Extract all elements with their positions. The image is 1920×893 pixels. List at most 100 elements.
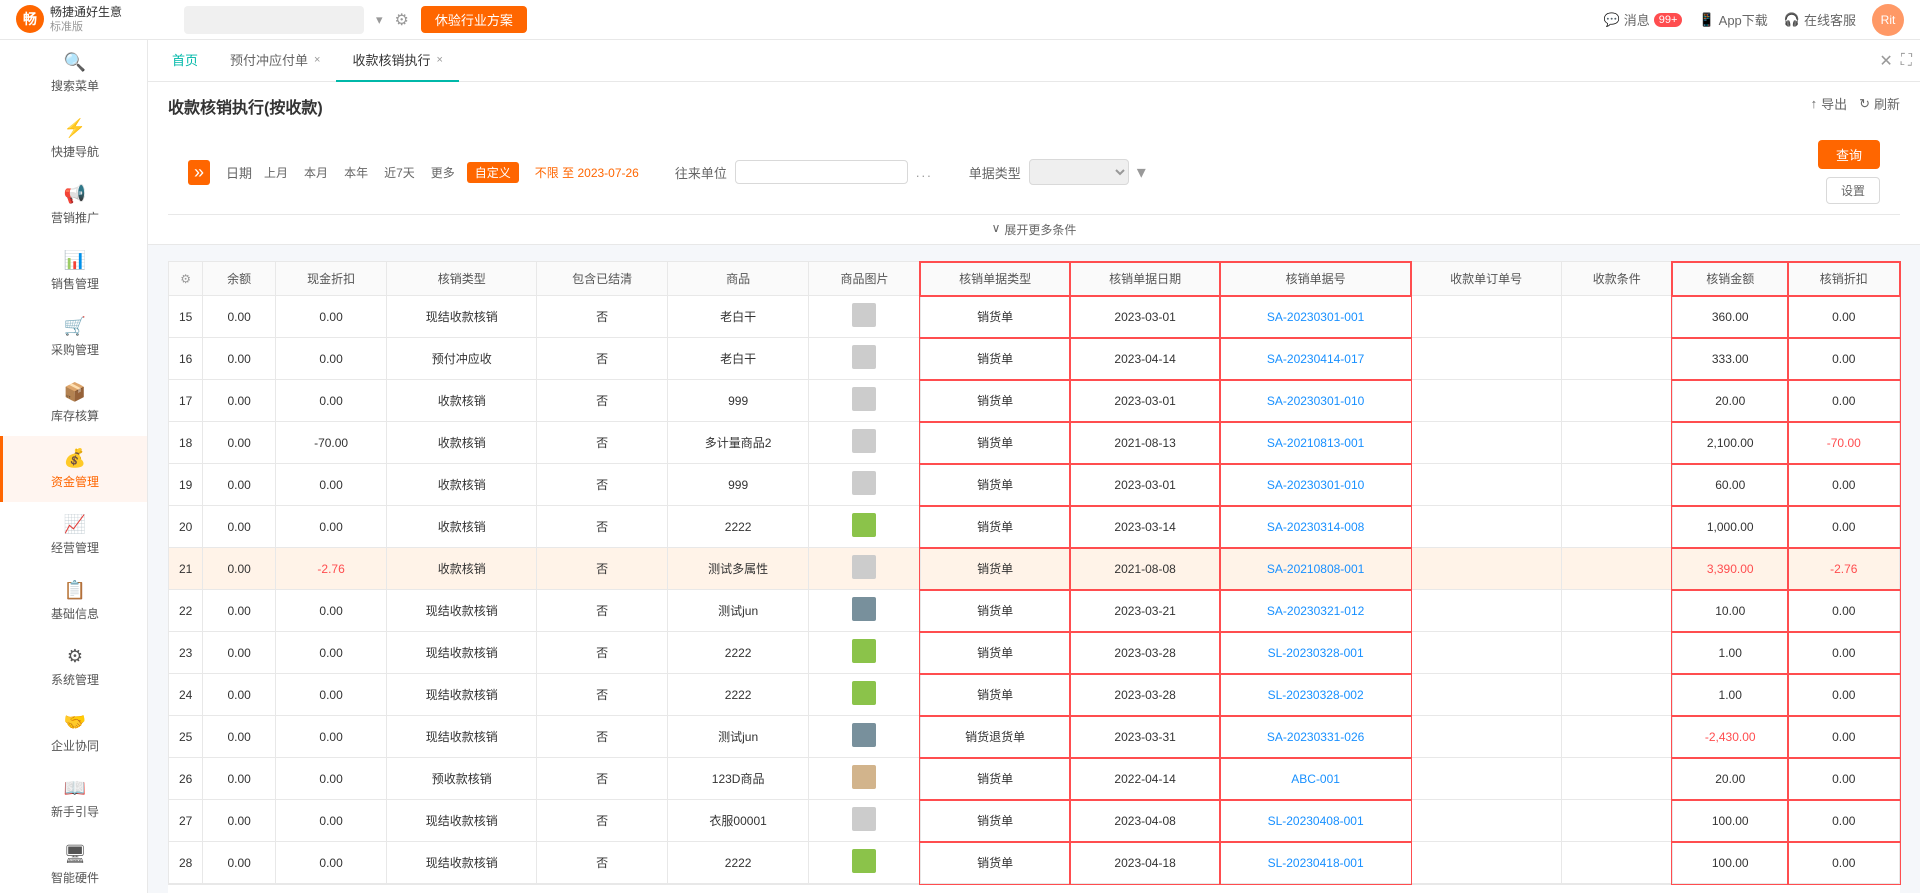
setting-button[interactable]: 设置 xyxy=(1826,177,1880,204)
tab-prepay[interactable]: 预付冲应付单 × xyxy=(214,40,336,82)
cell-goods: 2222 xyxy=(667,674,808,716)
sidebar-item-finance[interactable]: 💰 资金管理 xyxy=(0,436,147,502)
cell-doc-no[interactable]: ABC-001 xyxy=(1220,758,1411,800)
cell-type: 收款核销 xyxy=(387,380,537,422)
cell-doc-no[interactable]: SA-20230331-026 xyxy=(1220,716,1411,758)
cell-img xyxy=(809,506,920,548)
tab-prepay-close[interactable]: × xyxy=(314,54,320,66)
maximize-icon[interactable]: ⛶ xyxy=(1901,52,1912,70)
cell-type: 现结收款核销 xyxy=(387,674,537,716)
dropdown-icon[interactable]: ▾ xyxy=(376,12,383,28)
cell-doc-no[interactable]: SA-20230414-017 xyxy=(1220,338,1411,380)
sidebar-item-purchase[interactable]: 🛒 采购管理 xyxy=(0,304,147,370)
online-service-group[interactable]: 🎧 在线客服 xyxy=(1784,10,1856,29)
cell-doc-no[interactable]: SA-20210808-001 xyxy=(1220,548,1411,590)
sidebar-item-sales[interactable]: 📊 销售管理 xyxy=(0,238,147,304)
table-row: 25 0.00 0.00 现结收款核销 否 测试jun 销货退货单 2023-0… xyxy=(169,716,1900,758)
cell-type: 现结收款核销 xyxy=(387,590,537,632)
page-title: 收款核销执行(按收款) xyxy=(168,94,323,118)
cell-goods: 2222 xyxy=(667,842,808,884)
last7-btn[interactable]: 近7天 xyxy=(380,162,419,183)
filter-bar: » 日期 上月 本月 本年 近7天 更多 自定义 不限 至 2023-07-26 xyxy=(168,130,1900,215)
table-row: 24 0.00 0.00 现结收款核销 否 2222 销货单 2023-03-2… xyxy=(169,674,1900,716)
cell-balance: 0.00 xyxy=(203,422,276,464)
cell-doc-no[interactable]: SL-20230328-002 xyxy=(1220,674,1411,716)
sidebar-item-guide[interactable]: 📖 新手引导 xyxy=(0,766,147,832)
cell-doc-no[interactable]: SA-20230301-010 xyxy=(1220,464,1411,506)
sidebar-item-search[interactable]: 🔍 搜索菜单 xyxy=(0,40,147,106)
sidebar-item-inventory[interactable]: 📦 库存核算 xyxy=(0,370,147,436)
more-btn[interactable]: 更多 xyxy=(427,162,459,183)
tab-writeoff[interactable]: 收款核销执行 × xyxy=(336,40,458,82)
cell-discount: 0.00 xyxy=(275,842,386,884)
cell-no: 26 xyxy=(169,758,203,800)
cell-balance: 0.00 xyxy=(203,338,276,380)
column-settings-icon[interactable]: ⚙ xyxy=(180,272,191,286)
filter-collapse-btn[interactable]: » xyxy=(188,160,210,185)
cell-doc-date: 2023-03-01 xyxy=(1070,380,1220,422)
hardware-icon: 🖥 xyxy=(64,844,87,865)
cell-order-no xyxy=(1411,842,1561,884)
cell-doc-type: 销货单 xyxy=(920,842,1070,884)
data-table: ⚙ 余额 现金折扣 核销类型 包含已结清 商品 商品图片 核销单据类型 核销单据… xyxy=(168,261,1900,884)
cell-order-no xyxy=(1411,758,1561,800)
cell-img xyxy=(809,590,920,632)
cell-doc-no[interactable]: SL-20230418-001 xyxy=(1220,842,1411,884)
tab-home[interactable]: 首页 xyxy=(156,40,214,82)
cell-balance: 0.00 xyxy=(203,464,276,506)
cell-balance: 0.00 xyxy=(203,296,276,338)
expand-more-bar[interactable]: ∨ 展开更多条件 xyxy=(168,215,1900,244)
nav-icon: ⚡ xyxy=(64,118,86,139)
search-icon: 🔍 xyxy=(64,52,86,73)
sidebar-item-system[interactable]: ⚙ 系统管理 xyxy=(0,634,147,700)
custom-date-btn[interactable]: 自定义 xyxy=(467,162,519,183)
sidebar-item-basic-info[interactable]: 📋 基础信息 xyxy=(0,568,147,634)
cell-no: 16 xyxy=(169,338,203,380)
doc-type-select[interactable] xyxy=(1029,159,1129,185)
cell-included: 否 xyxy=(537,800,668,842)
workspace-selector[interactable] xyxy=(184,6,364,34)
logo: 畅 畅捷通好生意 标准版 xyxy=(16,5,164,35)
sidebar-item-hardware[interactable]: 🖥 智能硬件 xyxy=(0,832,147,893)
tab-writeoff-close[interactable]: × xyxy=(436,54,442,66)
last-month-btn[interactable]: 上月 xyxy=(260,162,292,183)
cell-doc-date: 2023-03-14 xyxy=(1070,506,1220,548)
user-avatar[interactable]: Rit xyxy=(1872,4,1904,36)
close-window-icon[interactable]: ✕ xyxy=(1879,51,1892,71)
cell-write-off-discount: 0.00 xyxy=(1788,632,1899,674)
export-button[interactable]: ↑ 导出 xyxy=(1811,94,1848,113)
refresh-button[interactable]: ↻ 刷新 xyxy=(1859,94,1900,113)
top-bar: 畅 畅捷通好生意 标准版 ▾ ⚙ 休验行业方案 💬 消息 99+ 📱 App下载… xyxy=(0,0,1920,40)
cell-doc-no[interactable]: SA-20230321-012 xyxy=(1220,590,1411,632)
th-write-off-discount: 核销折扣 xyxy=(1788,262,1899,296)
query-button[interactable]: 查询 xyxy=(1818,140,1880,169)
cell-doc-no[interactable]: SA-20230314-008 xyxy=(1220,506,1411,548)
cell-doc-no[interactable]: SL-20230408-001 xyxy=(1220,800,1411,842)
sidebar-item-collab[interactable]: 🤝 企业协同 xyxy=(0,700,147,766)
sidebar-item-operations[interactable]: 📈 经营管理 xyxy=(0,502,147,568)
guide-icon: 📖 xyxy=(64,778,86,799)
this-month-btn[interactable]: 本月 xyxy=(300,162,332,183)
cell-doc-no[interactable]: SA-20230301-001 xyxy=(1220,296,1411,338)
industry-solution-button[interactable]: 休验行业方案 xyxy=(421,6,527,33)
message-group[interactable]: 💬 消息 99+ xyxy=(1604,10,1683,29)
app-download-group[interactable]: 📱 App下载 xyxy=(1698,10,1767,29)
cell-doc-no[interactable]: SA-20230301-010 xyxy=(1220,380,1411,422)
cell-condition xyxy=(1561,506,1672,548)
cell-doc-type: 销货单 xyxy=(920,506,1070,548)
cell-included: 否 xyxy=(537,842,668,884)
sidebar-item-marketing[interactable]: 📢 营销推广 xyxy=(0,172,147,238)
top-bar-actions: 💬 消息 99+ 📱 App下载 🎧 在线客服 Rit xyxy=(1604,4,1904,36)
cell-balance: 0.00 xyxy=(203,716,276,758)
sidebar-item-nav[interactable]: ⚡ 快捷导航 xyxy=(0,106,147,172)
partner-input[interactable] xyxy=(735,160,908,184)
cell-doc-date: 2023-04-14 xyxy=(1070,338,1220,380)
operations-icon: 📈 xyxy=(64,514,86,535)
cell-doc-no[interactable]: SL-20230328-001 xyxy=(1220,632,1411,674)
settings-icon[interactable]: ⚙ xyxy=(395,10,409,30)
this-year-btn[interactable]: 本年 xyxy=(340,162,372,183)
th-settings[interactable]: ⚙ xyxy=(169,262,203,296)
cell-doc-no[interactable]: SA-20210813-001 xyxy=(1220,422,1411,464)
cell-no: 22 xyxy=(169,590,203,632)
table-row: 18 0.00 -70.00 收款核销 否 多计量商品2 销货单 2021-08… xyxy=(169,422,1900,464)
